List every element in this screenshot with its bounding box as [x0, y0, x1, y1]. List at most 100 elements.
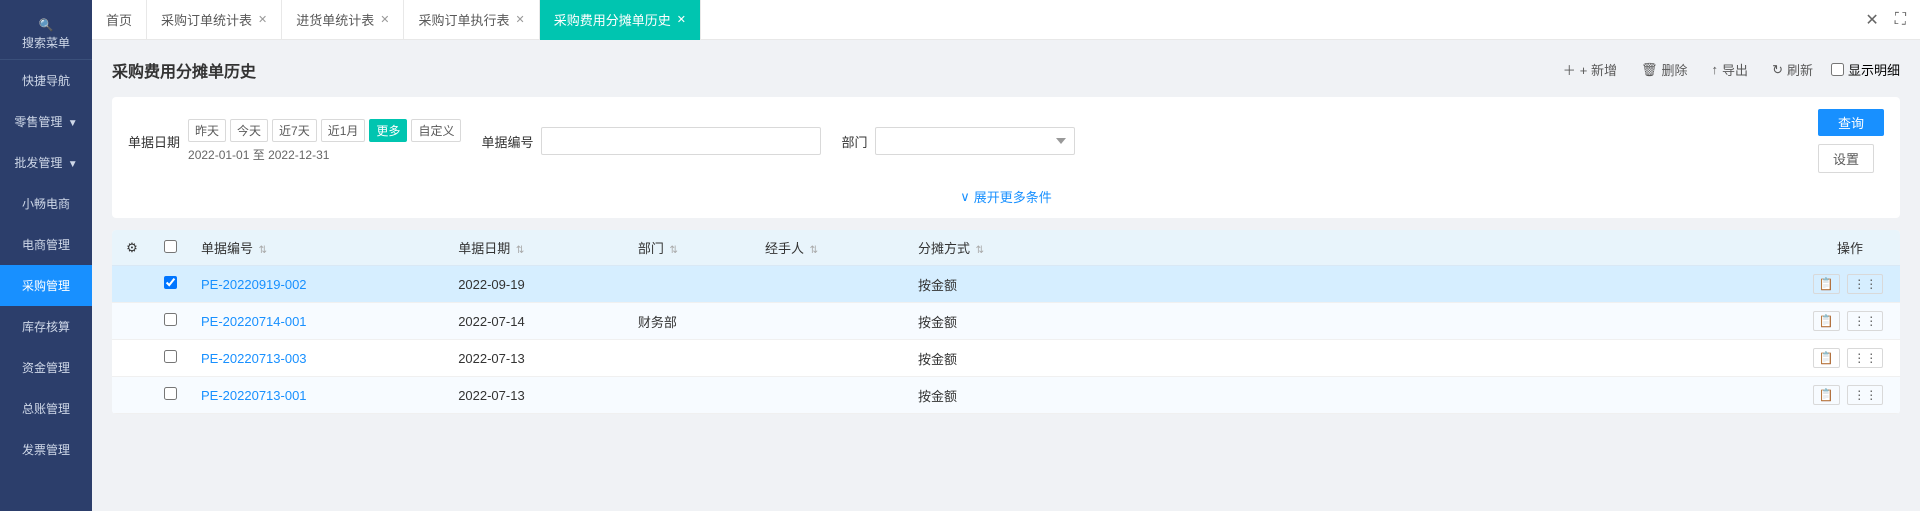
select-all-checkbox[interactable] [164, 240, 177, 253]
show-col-label[interactable]: 显示明细 [1831, 60, 1900, 79]
row-op-1: 📋 ⋮⋮ [1800, 303, 1900, 340]
date-btn-custom[interactable]: 自定义 [411, 119, 461, 142]
expand-label: 展开更多条件 [974, 187, 1052, 206]
date-btn-today[interactable]: 今天 [230, 119, 268, 142]
refresh-label: 刷新 [1787, 60, 1813, 79]
row-checkbox-cell-1[interactable] [152, 303, 189, 340]
col-doc-no-label: 单据编号 [201, 241, 253, 256]
tab-home[interactable]: 首页 [102, 0, 147, 40]
date-btn-more[interactable]: 更多 [369, 119, 407, 142]
col-split-method: 分摊方式 ⇅ [906, 230, 1800, 266]
row-split-method-0: 按金额 [906, 266, 1800, 303]
row-doc-no-1[interactable]: PE-20220714-001 [189, 303, 446, 340]
export-button[interactable]: ↑ 导出 [1706, 56, 1755, 83]
col-op: 操作 [1800, 230, 1900, 266]
tab-close-all-btn[interactable]: ✕ [1861, 8, 1882, 32]
add-icon: ＋ [1563, 60, 1576, 79]
add-button[interactable]: ＋ + 新增 [1557, 56, 1623, 83]
row-checkbox-0[interactable] [164, 276, 177, 289]
delete-button[interactable]: 🗑 删除 [1635, 56, 1694, 83]
sidebar-item-retail[interactable]: 零售管理 ▼ [0, 101, 92, 142]
delete-icon: 🗑 [1641, 62, 1658, 78]
tab-purchase-order-exec[interactable]: 采购订单执行表 ✕ [404, 0, 539, 40]
row-dept-0 [626, 266, 753, 303]
col-settings[interactable]: ⚙ [112, 230, 152, 266]
row-doc-no-3[interactable]: PE-20220713-001 [189, 377, 446, 414]
row-handler-3 [753, 377, 906, 414]
tab-purchase-order-stat[interactable]: 采购订单统计表 ✕ [147, 0, 282, 40]
page-header: 采购费用分摊单历史 ＋ + 新增 🗑 删除 ↑ 导出 ↻ 刷新 [112, 56, 1900, 83]
col-doc-date-sort-icon[interactable]: ⇅ [516, 245, 524, 256]
tab-inbound-stat[interactable]: 进货单统计表 ✕ [282, 0, 404, 40]
row-doc-no-2[interactable]: PE-20220713-003 [189, 340, 446, 377]
filter-docno-input[interactable] [541, 127, 821, 155]
date-btn-yesterday[interactable]: 昨天 [188, 119, 226, 142]
tab-purchase-order-stat-close-icon[interactable]: ✕ [258, 13, 267, 26]
show-col-checkbox[interactable] [1831, 63, 1844, 76]
row-checkbox-cell-3[interactable] [152, 377, 189, 414]
row-checkbox-cell-2[interactable] [152, 340, 189, 377]
row-op-2: 📋 ⋮⋮ [1800, 340, 1900, 377]
row-edit-btn-1[interactable]: 📋 [1813, 311, 1840, 331]
row-split-method-1: 按金额 [906, 303, 1800, 340]
sidebar-item-ledger[interactable]: 总账管理 [0, 388, 92, 429]
sidebar-item-mini-shop[interactable]: 小畅电商 [0, 183, 92, 224]
col-handler-sort-icon[interactable]: ⇅ [810, 245, 818, 256]
row-dept-1: 财务部 [626, 303, 753, 340]
row-checkbox-2[interactable] [164, 350, 177, 363]
tab-inbound-stat-close-icon[interactable]: ✕ [380, 13, 389, 26]
row-handler-0 [753, 266, 906, 303]
refresh-button[interactable]: ↻ 刷新 [1766, 56, 1819, 83]
row-checkbox-1[interactable] [164, 313, 177, 326]
sidebar-search-label: 搜索菜单 [6, 34, 86, 51]
sidebar-item-quick-nav[interactable]: 快捷导航 [0, 60, 92, 101]
wholesale-label: 批发管理 [14, 156, 62, 170]
row-doc-date-2: 2022-07-13 [446, 340, 626, 377]
col-split-method-sort-icon[interactable]: ⇅ [976, 245, 984, 256]
setting-button[interactable]: 设置 [1818, 144, 1874, 173]
sidebar-item-finance[interactable]: 资金管理 [0, 347, 92, 388]
row-delete-btn-0[interactable]: ⋮⋮ [1847, 274, 1883, 294]
sidebar-item-inventory[interactable]: 库存核算 [0, 306, 92, 347]
data-table: ⚙ 单据编号 ⇅ 单据日期 ⇅ 部门 [112, 230, 1900, 414]
row-settings-3 [112, 377, 152, 414]
sidebar-item-ecom[interactable]: 电商管理 [0, 224, 92, 265]
col-checkbox[interactable] [152, 230, 189, 266]
purchase-label: 采购管理 [22, 279, 70, 293]
refresh-icon: ↻ [1772, 62, 1783, 78]
sidebar-item-purchase[interactable]: 采购管理 [0, 265, 92, 306]
tab-bar: 首页 采购订单统计表 ✕ 进货单统计表 ✕ 采购订单执行表 ✕ 采购费用分摊单历… [92, 0, 1920, 40]
row-checkbox-3[interactable] [164, 387, 177, 400]
row-doc-date-3: 2022-07-13 [446, 377, 626, 414]
filter-date-btns: 昨天 今天 近7天 近1月 更多 自定义 [188, 119, 461, 142]
row-delete-btn-3[interactable]: ⋮⋮ [1847, 385, 1883, 405]
sidebar-item-search[interactable]: 🔍 搜索菜单 [0, 10, 92, 60]
ecom-label: 电商管理 [22, 238, 70, 252]
tab-purchase-order-exec-close-icon[interactable]: ✕ [516, 13, 525, 26]
row-dept-2 [626, 340, 753, 377]
sidebar-item-invoice[interactable]: 发票管理 [0, 429, 92, 470]
query-button[interactable]: 查询 [1818, 109, 1884, 136]
date-btn-1month[interactable]: 近1月 [321, 119, 366, 142]
tab-purchase-cost-history[interactable]: 采购费用分摊单历史 ✕ [540, 0, 701, 40]
row-checkbox-cell-0[interactable] [152, 266, 189, 303]
filter-date-item: 单据日期 昨天 今天 近7天 近1月 更多 自定义 2022-01-01 至 2… [128, 119, 461, 163]
row-doc-no-0[interactable]: PE-20220919-002 [189, 266, 446, 303]
filter-row: 单据日期 昨天 今天 近7天 近1月 更多 自定义 2022-01-01 至 2… [128, 109, 1884, 173]
tab-maximize-btn[interactable]: ⛶ [1891, 9, 1910, 31]
date-btn-7days[interactable]: 近7天 [272, 119, 317, 142]
sidebar-item-wholesale[interactable]: 批发管理 ▼ [0, 142, 92, 183]
row-edit-btn-0[interactable]: 📋 [1813, 274, 1840, 294]
expand-more-btn[interactable]: ∨ 展开更多条件 [960, 187, 1052, 206]
quick-nav-label: 快捷导航 [22, 74, 70, 88]
tab-purchase-cost-history-close-icon[interactable]: ✕ [677, 13, 686, 26]
row-edit-btn-2[interactable]: 📋 [1813, 348, 1840, 368]
row-delete-btn-2[interactable]: ⋮⋮ [1847, 348, 1883, 368]
col-dept-sort-icon[interactable]: ⇅ [670, 245, 678, 256]
row-edit-btn-3[interactable]: 📋 [1813, 385, 1840, 405]
row-delete-btn-1[interactable]: ⋮⋮ [1847, 311, 1883, 331]
col-doc-no-sort-icon[interactable]: ⇅ [259, 245, 267, 256]
filter-date-range: 2022-01-01 至 2022-12-31 [188, 146, 461, 163]
tab-inbound-stat-label: 进货单统计表 [296, 10, 374, 29]
filter-dept-select[interactable] [875, 127, 1075, 155]
